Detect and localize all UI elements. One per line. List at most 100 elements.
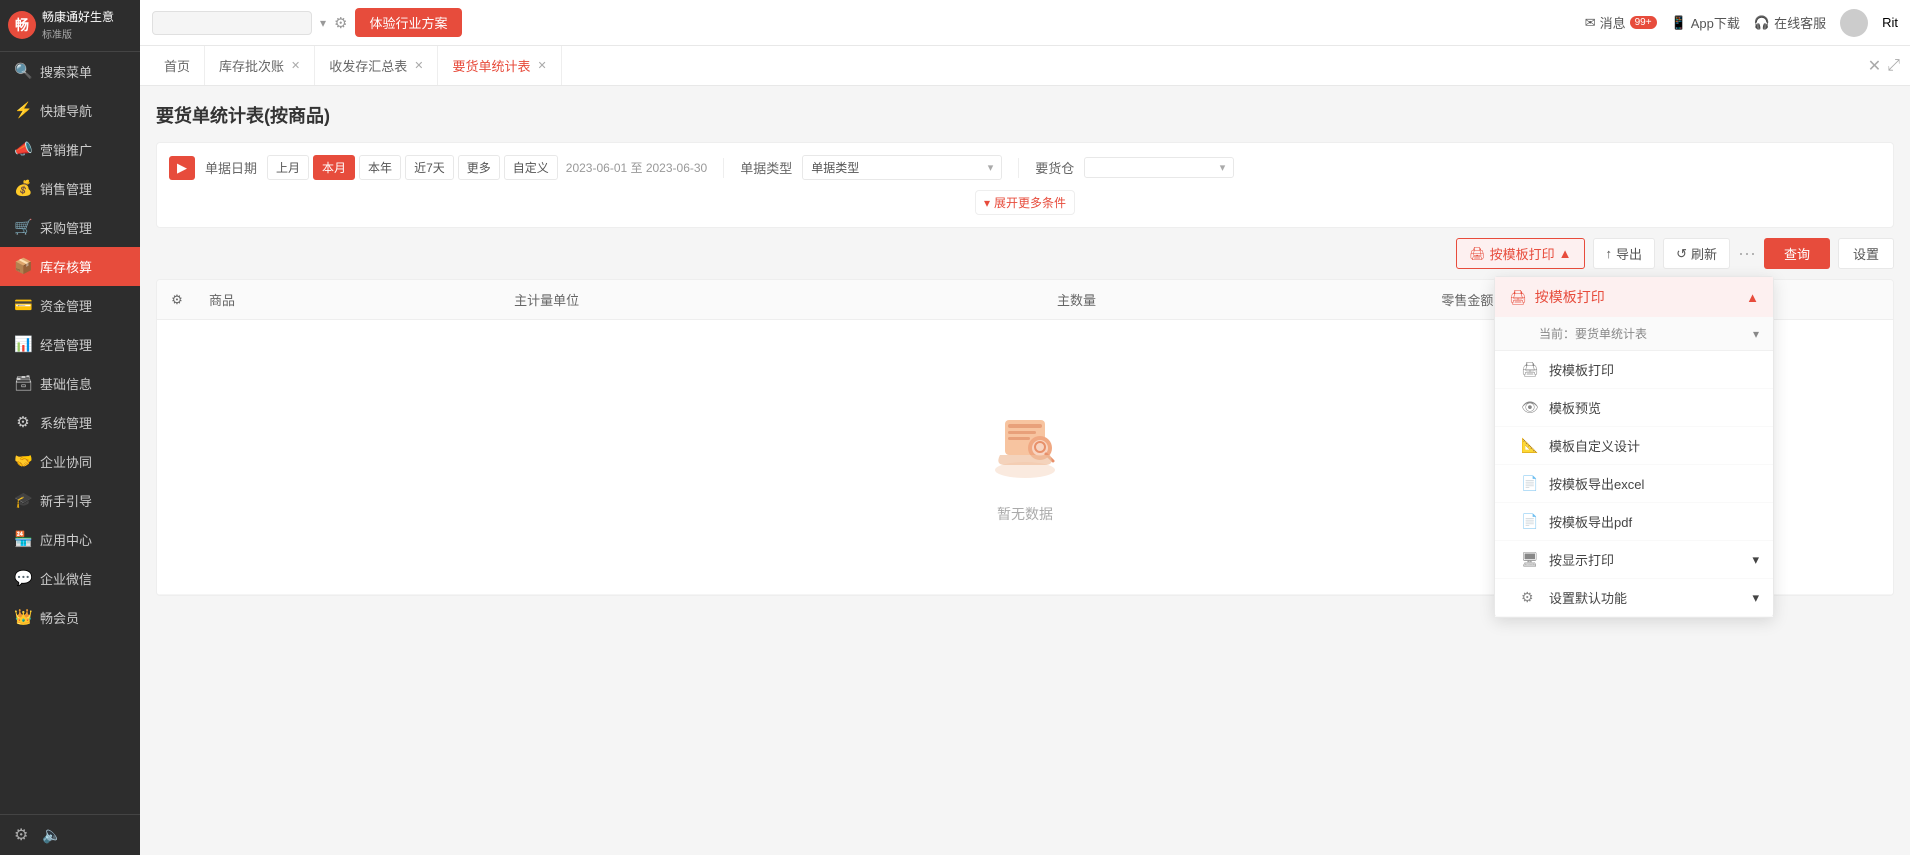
set-default-arrow: ▾ (1752, 590, 1759, 606)
filter-bar: ▶ 单据日期 上月 本月 本年 近7天 更多 自定义 2023-06-01 至 … (156, 142, 1894, 228)
appstore-icon: 🏪 (14, 530, 32, 548)
message-button[interactable]: ✉ 消息 99+ (1585, 13, 1657, 32)
print-dropdown-header[interactable]: 🖨 按模板打印 ▲ (1495, 277, 1773, 317)
print-dropdown-title: 🖨 按模板打印 (1509, 287, 1605, 307)
dropdown-item-set-default[interactable]: ⚙ 设置默认功能 ▾ (1495, 579, 1773, 617)
tab-collect-summary-close[interactable]: ✕ (414, 59, 423, 72)
expand-label: 展开更多条件 (994, 194, 1066, 211)
tab-batch-account[interactable]: 库存批次账 ✕ (205, 46, 315, 85)
type-select-text: 单据类型 (811, 159, 859, 176)
goods-label: 要货仓 (1035, 158, 1074, 177)
topbar-chevron-icon[interactable]: ▾ (320, 16, 326, 30)
empty-text: 暂无数据 (997, 504, 1053, 524)
date-btn-custom[interactable]: 自定义 (504, 155, 558, 180)
sidebar-item-label: 搜索菜单 (40, 62, 92, 81)
dropdown-item-display-print[interactable]: 🖥 按显示打印 ▾ (1495, 541, 1773, 579)
sidebar-item-inventory[interactable]: 📦 库存核算 (0, 247, 140, 286)
sidebar: 畅 畅康通好生意 标准版 🔍 搜索菜单 ⚡ 快捷导航 📣 营销推广 💰 销售管理… (0, 0, 140, 855)
dropdown-item-template-preview[interactable]: 👁 模板预览 (1495, 389, 1773, 427)
sidebar-item-quicknav[interactable]: ⚡ 快捷导航 (0, 91, 140, 130)
settings-button[interactable]: 设置 (1838, 238, 1894, 269)
col-settings[interactable]: ⚙ (157, 280, 197, 320)
template-preview-label: 模板预览 (1549, 398, 1601, 417)
expand-icon: ▾ (984, 196, 990, 210)
sidebar-item-search[interactable]: 🔍 搜索菜单 (0, 52, 140, 91)
tab-order-summary-close[interactable]: ✕ (538, 59, 547, 72)
sidebar-item-member[interactable]: 👑 畅会员 (0, 598, 140, 637)
sidebar-item-appstore[interactable]: 🏪 应用中心 (0, 520, 140, 559)
template-excel-label: 按模板导出excel (1549, 474, 1644, 493)
refresh-button[interactable]: ↺ 刷新 (1663, 238, 1730, 269)
sidebar-item-sales[interactable]: 💰 销售管理 (0, 169, 140, 208)
print-label: 按模板打印 (1490, 244, 1555, 263)
dropdown-item-template-excel[interactable]: 📄 按模板导出excel (1495, 465, 1773, 503)
online-service-label: 在线客服 (1774, 13, 1826, 32)
print-icon: 🖨 (1469, 246, 1486, 262)
topbar-gear-icon[interactable]: ⚙ (334, 14, 347, 32)
avatar[interactable] (1840, 9, 1868, 37)
print-dropdown: 🖨 按模板打印 ▲ 当前：要货单统计表 ▾ 🖨 按模板打印 👁 模板预览 (1494, 276, 1774, 618)
sidebar-item-label: 畅会员 (40, 608, 79, 627)
sidebar-item-purchase[interactable]: 🛒 采购管理 (0, 208, 140, 247)
filter-toggle-btn[interactable]: ▶ (169, 156, 195, 180)
sidebar-item-wechat[interactable]: 💬 企业微信 (0, 559, 140, 598)
sidebar-item-label: 快捷导航 (40, 101, 92, 120)
sound-icon[interactable]: 🔈 (42, 825, 62, 845)
sidebar-item-label: 销售管理 (40, 179, 92, 198)
sidebar-bottom: ⚙ 🔈 (0, 814, 140, 855)
sidebar-nav: 🔍 搜索菜单 ⚡ 快捷导航 📣 营销推广 💰 销售管理 🛒 采购管理 📦 库存核… (0, 52, 140, 814)
filter-expand-row: ▾ 展开更多条件 (169, 190, 1881, 215)
goods-select[interactable]: ▾ (1084, 157, 1234, 178)
tab-home[interactable]: 首页 (150, 46, 205, 85)
date-btn-this-year[interactable]: 本年 (359, 155, 401, 180)
main-area: ▾ ⚙ 体验行业方案 ✉ 消息 99+ 📱 App下载 🎧 在线客服 Rit 首… (140, 0, 1910, 855)
search-input[interactable] (152, 11, 312, 35)
template-print-icon: 🖨 (1521, 361, 1539, 378)
template-pdf-icon: 📄 (1521, 513, 1539, 530)
tab-close-button[interactable]: ✕ (1868, 56, 1881, 76)
current-template-row[interactable]: 当前：要货单统计表 ▾ (1495, 317, 1773, 351)
date-btn-more[interactable]: 更多 (458, 155, 500, 180)
download-icon: 📱 (1671, 15, 1687, 31)
date-btn-last-month[interactable]: 上月 (267, 155, 309, 180)
more-actions-button[interactable]: ··· (1738, 243, 1756, 264)
dropdown-item-template-print[interactable]: 🖨 按模板打印 (1495, 351, 1773, 389)
current-template-arrow: ▾ (1753, 327, 1759, 341)
template-design-label: 模板自定义设计 (1549, 436, 1640, 455)
app-logo-icon: 畅 (8, 11, 36, 39)
tab-order-summary[interactable]: 要货单统计表 ✕ (438, 46, 561, 85)
display-print-icon: 🖥 (1521, 551, 1539, 568)
tab-collect-summary[interactable]: 收发存汇总表 ✕ (315, 46, 438, 85)
empty-illustration (975, 390, 1075, 490)
dropdown-item-template-design[interactable]: 📐 模板自定义设计 (1495, 427, 1773, 465)
refresh-icon: ↺ (1676, 246, 1687, 262)
date-btn-7days[interactable]: 近7天 (405, 155, 454, 180)
sidebar-item-guide[interactable]: 🎓 新手引导 (0, 481, 140, 520)
date-group: 上月 本月 本年 近7天 更多 自定义 2023-06-01 至 2023-06… (267, 155, 707, 180)
expand-more-btn[interactable]: ▾ 展开更多条件 (975, 190, 1075, 215)
tab-batch-account-close[interactable]: ✕ (291, 59, 300, 72)
print-template-button[interactable]: 🖨 按模板打印 ▲ (1456, 238, 1584, 269)
sidebar-item-collab[interactable]: 🤝 企业协同 (0, 442, 140, 481)
tab-expand-button[interactable]: ⤢ (1887, 57, 1900, 75)
display-print-arrow: ▾ (1752, 552, 1759, 568)
sidebar-item-marketing[interactable]: 📣 营销推广 (0, 130, 140, 169)
sidebar-item-system[interactable]: ⚙ 系统管理 (0, 403, 140, 442)
toolbar-right: 🖨 按模板打印 ▲ ↑ 导出 ↺ 刷新 ··· 查询 设置 (1456, 238, 1894, 269)
app-name: 畅康通好生意 (42, 10, 114, 26)
app-download-button[interactable]: 📱 App下载 (1671, 13, 1740, 32)
sidebar-item-finance[interactable]: 💳 资金管理 (0, 286, 140, 325)
online-service-button[interactable]: 🎧 在线客服 (1754, 13, 1826, 32)
type-select[interactable]: 单据类型 ▾ (802, 155, 1002, 180)
sidebar-item-basic[interactable]: 🗃 基础信息 (0, 364, 140, 403)
dropdown-item-template-pdf[interactable]: 📄 按模板导出pdf (1495, 503, 1773, 541)
sidebar-item-operations[interactable]: 📊 经营管理 (0, 325, 140, 364)
date-btn-this-month[interactable]: 本月 (313, 155, 355, 180)
query-button[interactable]: 查询 (1764, 238, 1830, 269)
settings-icon[interactable]: ⚙ (14, 825, 28, 845)
sales-icon: 💰 (14, 179, 32, 197)
current-template-label: 当前：要货单统计表 (1539, 325, 1647, 342)
export-button[interactable]: ↑ 导出 (1593, 238, 1656, 269)
industry-solution-button[interactable]: 体验行业方案 (355, 8, 461, 37)
sidebar-item-label: 库存核算 (40, 257, 92, 276)
